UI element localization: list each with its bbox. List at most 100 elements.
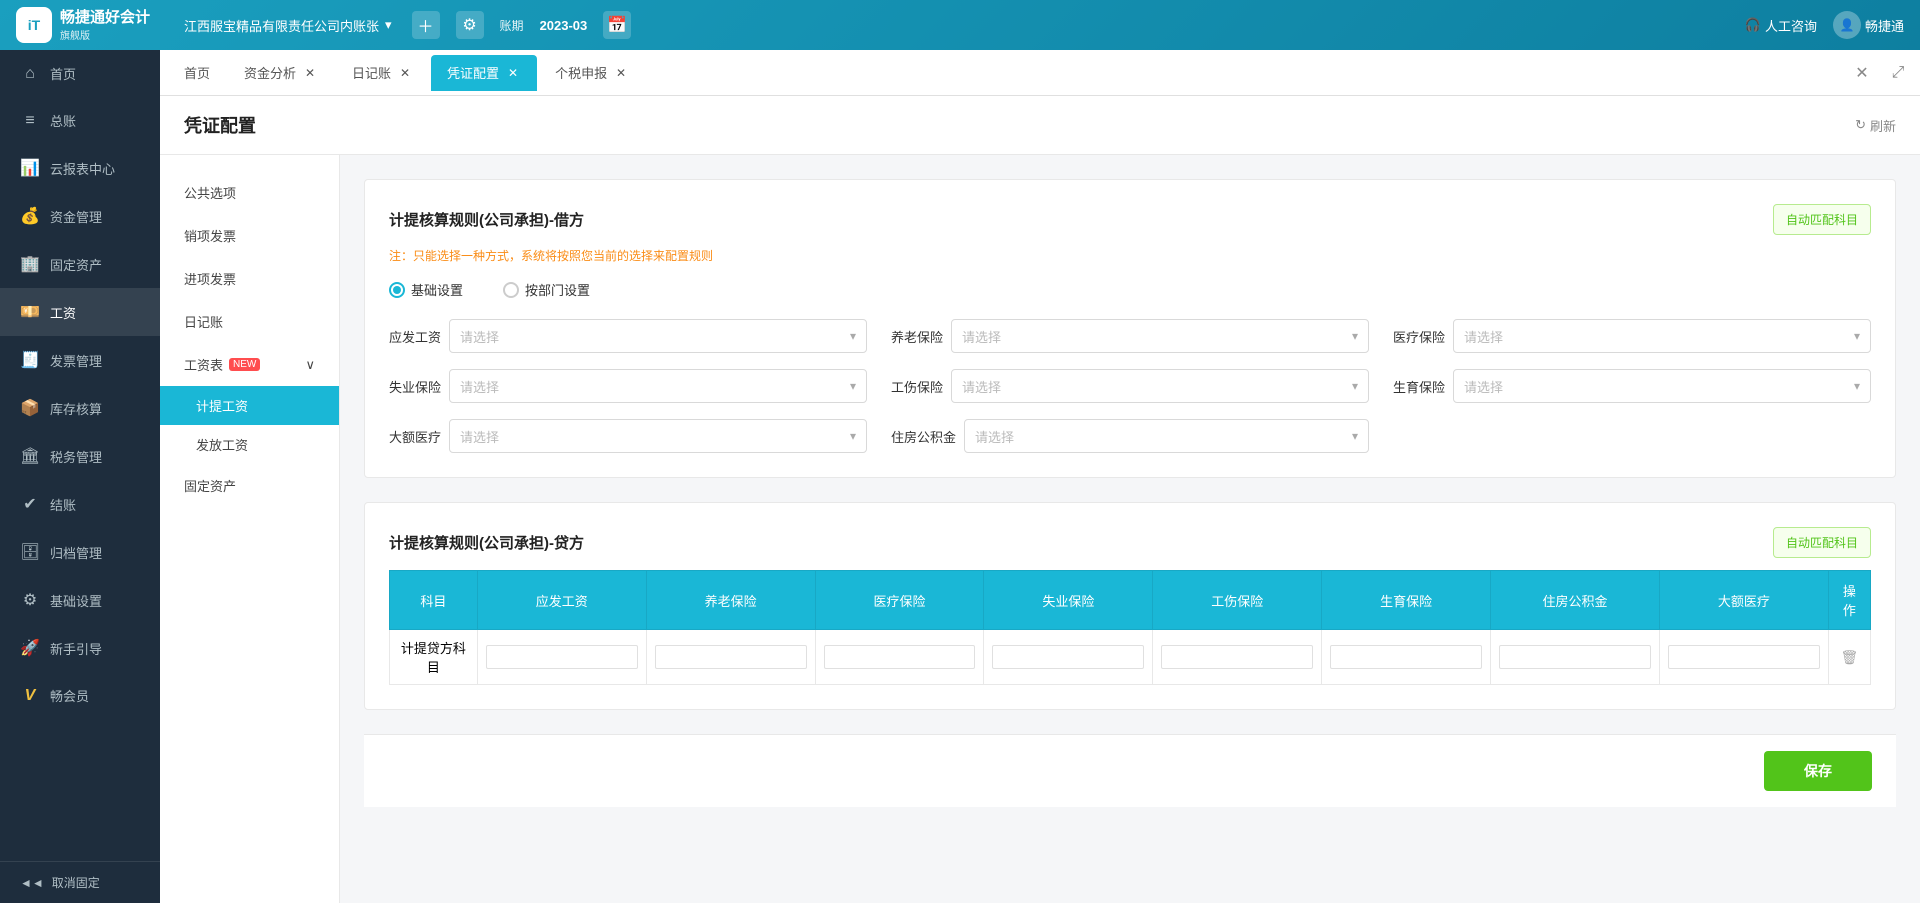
select-yiliao-baoxian[interactable]: 请选择 ▾ [1453,319,1871,353]
debit-auto-match-button[interactable]: 自动匹配科目 [1773,204,1871,235]
unpin-icon: ◄◄ [20,876,44,890]
tab-funds-close[interactable]: ✕ [302,65,318,81]
tab-funds-label: 资金分析 [244,63,296,82]
guide-icon: 🚀 [20,638,40,658]
col-subject: 科目 [390,571,478,630]
logo-text: 畅捷通好会计 [60,9,150,27]
input-yiliao[interactable] [824,645,976,669]
tab-tax-close[interactable]: ✕ [613,65,629,81]
sidebar-item-guide[interactable]: 🚀 新手引导 [0,624,160,672]
tab-home[interactable]: 首页 [168,55,226,91]
cell-shiye-input[interactable] [984,630,1153,685]
col-shengyu: 生育保险 [1322,571,1491,630]
page-body: 公共选项 销项发票 进项发票 日记账 工资表 NEW [160,155,1920,903]
radio-basic[interactable]: 基础设置 [389,280,463,299]
sidebar-item-settings[interactable]: ⚙ 基础设置 [0,576,160,624]
tab-voucher-config-label: 凭证配置 [447,63,499,82]
sidebar-item-ledger[interactable]: ≡ 总账 [0,97,160,144]
cell-yanglao-input[interactable] [646,630,815,685]
left-nav-journal[interactable]: 日记账 [160,300,339,343]
settings-button[interactable]: ⚙ [456,11,484,39]
user-menu-button[interactable]: 👤 畅捷通 [1833,11,1904,39]
cell-daeliao-input[interactable] [1659,630,1828,685]
radio-basic-circle [389,282,405,298]
select-shiye-baoxian[interactable]: 请选择 ▾ [449,369,867,403]
sidebar-item-home[interactable]: ⌂ 首页 [0,50,160,97]
tab-tax[interactable]: 个税申报 ✕ [539,55,645,91]
tab-voucher-config[interactable]: 凭证配置 ✕ [431,55,537,91]
left-nav-purchase-invoice[interactable]: 进项发票 [160,257,339,300]
tab-voucher-close[interactable]: ✕ [505,65,521,81]
table-row: 计提贷方科目 [390,630,1871,685]
refresh-icon: ↻ [1855,117,1866,133]
cell-yingfa-input[interactable] [477,630,646,685]
dropdown-arrow-5: ▾ [1352,379,1358,393]
input-shengyu[interactable] [1330,645,1482,669]
left-nav-public[interactable]: 公共选项 [160,171,339,214]
home-icon: ⌂ [20,65,40,83]
vip-icon: V [20,687,40,705]
cell-shengyu-input[interactable] [1322,630,1491,685]
input-gongshang[interactable] [1161,645,1313,669]
radio-group: 基础设置 按部门设置 [389,280,1871,299]
input-daeliao[interactable] [1668,645,1820,669]
sidebar-item-tax[interactable]: 🏛 税务管理 [0,432,160,480]
sidebar-item-reports[interactable]: 📊 云报表中心 [0,144,160,192]
credit-table: 科目 应发工资 养老保险 医疗保险 失业保险 工伤保险 生育保险 住房公积金 大… [389,570,1871,685]
funds-icon: 💰 [20,206,40,226]
credit-auto-match-button[interactable]: 自动匹配科目 [1773,527,1871,558]
cell-yiliao-input[interactable] [815,630,984,685]
cell-zhufang-input[interactable] [1491,630,1660,685]
input-yingfa[interactable] [486,645,638,669]
radio-basic-label: 基础设置 [411,280,463,299]
input-zhufang[interactable] [1499,645,1651,669]
expand-icon: ∨ [305,357,315,373]
cell-gongshang-input[interactable] [1153,630,1322,685]
refresh-button[interactable]: ↻ 刷新 [1855,116,1896,135]
left-nav-accrual[interactable]: 计提工资 [160,386,339,425]
radio-by-dept[interactable]: 按部门设置 [503,280,590,299]
sidebar-item-invoice[interactable]: 🧾 发票管理 [0,336,160,384]
col-yiliao: 医疗保险 [815,571,984,630]
left-nav-sales-invoice[interactable]: 销项发票 [160,214,339,257]
select-gongshang-baoxian[interactable]: 请选择 ▾ [951,369,1369,403]
input-shiye[interactable] [992,645,1144,669]
col-action: 操作 [1828,571,1870,630]
sidebar-label-home: 首页 [50,64,76,83]
select-daeliao[interactable]: 请选择 ▾ [449,419,867,453]
sidebar-item-archive[interactable]: 🗄 归档管理 [0,528,160,576]
sidebar-item-inventory[interactable]: 📦 库存核算 [0,384,160,432]
left-nav-payroll-table[interactable]: 工资表 NEW ∨ [160,343,339,386]
cell-delete[interactable]: 🗑 [1828,630,1870,685]
save-button[interactable]: 保存 [1764,751,1872,791]
unpin-button[interactable]: ◄◄ 取消固定 [0,861,160,903]
tab-journal-close[interactable]: ✕ [397,65,413,81]
input-yanglao[interactable] [655,645,807,669]
add-account-button[interactable]: ＋ [412,11,440,39]
main-layout: ⌂ 首页 ≡ 总账 📊 云报表中心 💰 资金管理 🏢 固定资产 💴 工资 🧾 发… [0,50,1920,903]
select-yanglao-baoxian[interactable]: 请选择 ▾ [951,319,1369,353]
calendar-button[interactable]: 📅 [603,11,631,39]
select-yingfa-gongzi[interactable]: 请选择 ▾ [449,319,867,353]
sidebar-label-inventory: 库存核算 [50,399,102,418]
tab-journal[interactable]: 日记账 ✕ [336,55,429,91]
tab-close-all-button[interactable]: ✕ [1848,59,1876,87]
sidebar-item-close[interactable]: ✔ 结账 [0,480,160,528]
close-period-icon: ✔ [20,494,40,514]
sidebar-item-vip[interactable]: V 畅会员 [0,672,160,719]
left-nav-distribution[interactable]: 发放工资 [160,425,339,464]
company-selector[interactable]: 江西服宝精品有限责任公司内账张 ▾ [184,16,392,35]
left-nav-fixed-assets[interactable]: 固定资产 [160,464,339,507]
tab-funds[interactable]: 资金分析 ✕ [228,55,334,91]
select-shengyu-baoxian[interactable]: 请选择 ▾ [1453,369,1871,403]
sidebar-item-salary[interactable]: 💴 工资 [0,288,160,336]
sidebar-label-tax: 税务管理 [50,447,102,466]
delete-row-icon[interactable]: 🗑 [1841,649,1859,665]
ai-consult-button[interactable]: 🎧 人工咨询 [1745,16,1817,35]
sidebar-label-vip: 畅会员 [50,686,89,705]
sidebar-item-assets[interactable]: 🏢 固定资产 [0,240,160,288]
tab-expand-button[interactable]: ⤢ [1884,59,1912,87]
select-zhufang-gongjijin[interactable]: 请选择 ▾ [964,419,1369,453]
sidebar-item-funds[interactable]: 💰 资金管理 [0,192,160,240]
col-gongshang: 工伤保险 [1153,571,1322,630]
